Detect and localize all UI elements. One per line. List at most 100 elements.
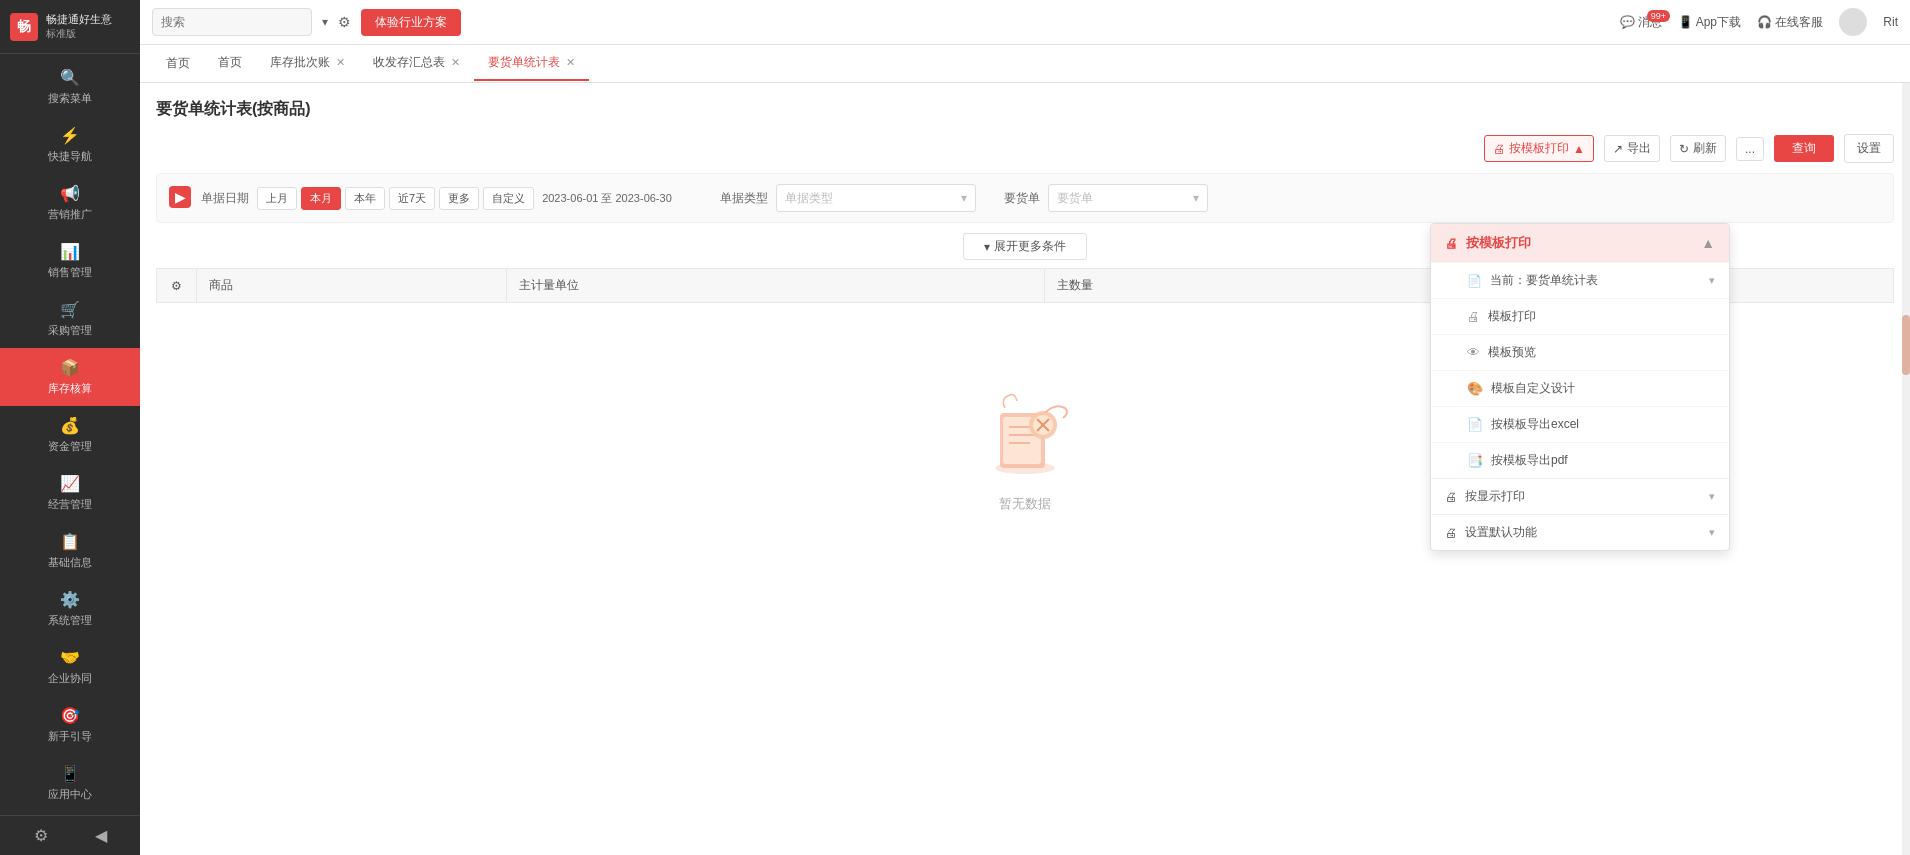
- sidebar-item-sales-mgmt[interactable]: 📊销售管理: [0, 232, 140, 290]
- sidebar-item-app-center[interactable]: 📱应用中心: [0, 754, 140, 812]
- sidebar-label-quick-nav: 快捷导航: [48, 149, 92, 164]
- print-dropdown-title: 按模板打印: [1466, 234, 1531, 252]
- print-item-template-print[interactable]: 🖨 模板打印: [1431, 298, 1729, 334]
- audio-icon[interactable]: ◀: [95, 826, 107, 845]
- tab-collect-summary[interactable]: 收发存汇总表 ✕: [359, 46, 474, 81]
- logo-text: 畅捷通好生意 标准版: [46, 12, 112, 41]
- group-arrow-display-print[interactable]: ▾: [1709, 490, 1715, 503]
- sidebar-label-app-center: 应用中心: [48, 787, 92, 802]
- print-icon: 🖨: [1445, 236, 1458, 251]
- print-group-set-default[interactable]: 🖨 设置默认功能 ▾: [1431, 514, 1729, 550]
- sidebar-icon-operation-mgmt: 📈: [60, 474, 80, 493]
- print-item-template-export-excel[interactable]: 📄按模板导出excel: [1431, 406, 1729, 442]
- print-item-template-custom[interactable]: 🎨模板自定义设计: [1431, 370, 1729, 406]
- print-item-icon-template-print: 🖨: [1467, 309, 1480, 324]
- sidebar-item-search-menu[interactable]: 🔍搜索菜单: [0, 58, 140, 116]
- tab-label-collect-summary: 收发存汇总表: [373, 54, 445, 71]
- tab-home[interactable]: 首页: [204, 46, 256, 81]
- col-header-settings-col: ⚙: [157, 269, 197, 303]
- tab-bar: 首页 首页库存批次账 ✕收发存汇总表 ✕要货单统计表 ✕: [140, 45, 1910, 83]
- current-template-item[interactable]: 📄 当前：要货单统计表 ▾: [1431, 262, 1729, 298]
- sidebar-icon-quick-nav: ⚡: [60, 126, 80, 145]
- sidebar-item-beginner-guide[interactable]: 🎯新手引导: [0, 696, 140, 754]
- topbar-right: 💬 消息 99+ 📱 App下载 🎧 在线客服 Rit: [1620, 8, 1898, 36]
- app-download-link[interactable]: 📱 App下载: [1678, 14, 1741, 31]
- print-item-label-template-export-pdf: 按模板导出pdf: [1491, 452, 1568, 469]
- sidebar-icon-enterprise-collab: 🤝: [60, 648, 80, 667]
- tab-home[interactable]: 首页: [152, 47, 204, 80]
- tab-inventory-batch[interactable]: 库存批次账 ✕: [256, 46, 359, 81]
- print-item-icon-template-export-excel: 📄: [1467, 417, 1483, 432]
- print-dropdown-collapse[interactable]: ▲: [1701, 235, 1715, 251]
- settings-icon[interactable]: ⚙: [34, 826, 48, 845]
- tab-close-order-summary[interactable]: ✕: [566, 56, 575, 69]
- print-item-template-export-pdf[interactable]: 📑按模板导出pdf: [1431, 442, 1729, 478]
- date-btn-近7天[interactable]: 近7天: [389, 187, 435, 210]
- print-dropdown-header[interactable]: 🖨 按模板打印 ▲: [1431, 224, 1729, 262]
- app-logo: 畅 畅捷通好生意 标准版: [0, 0, 140, 54]
- print-item-icon-template-preview: 👁: [1467, 345, 1480, 360]
- query-button[interactable]: 查询: [1774, 135, 1834, 162]
- content-toolbar: 🖨 按模板打印 ▲ ↗ 导出 ↻ 刷新 ... 查询 设置: [156, 134, 1894, 163]
- sidebar-item-marketing[interactable]: 📢 营销推广: [0, 174, 140, 232]
- date-btn-更多[interactable]: 更多: [439, 187, 479, 210]
- right-scrollbar[interactable]: [1902, 83, 1910, 855]
- sidebar-label-inventory-calc: 库存核算: [48, 381, 92, 396]
- tab-close-collect-summary[interactable]: ✕: [451, 56, 460, 69]
- filter-expand-icon[interactable]: ▶: [169, 186, 191, 208]
- sidebar-item-system-mgmt[interactable]: ⚙️系统管理: [0, 580, 140, 638]
- type-filter-select[interactable]: 单据类型 ▾: [776, 184, 976, 212]
- topbar-gear-icon[interactable]: ⚙: [338, 14, 351, 30]
- col-header-qty: 主数量: [1045, 269, 1431, 303]
- col-header-unit: 主计量单位: [507, 269, 1045, 303]
- refresh-button[interactable]: ↻ 刷新: [1670, 135, 1726, 162]
- yh-filter-label: 要货单: [1004, 190, 1040, 207]
- current-template-arrow[interactable]: ▾: [1709, 274, 1715, 287]
- tab-order-summary[interactable]: 要货单统计表 ✕: [474, 46, 589, 81]
- tab-label-home: 首页: [218, 54, 242, 71]
- sidebar-item-enterprise-collab[interactable]: 🤝企业协同: [0, 638, 140, 696]
- empty-icon: [975, 383, 1075, 483]
- tab-close-inventory-batch[interactable]: ✕: [336, 56, 345, 69]
- topbar: ▾ ⚙ 体验行业方案 💬 消息 99+ 📱 App下载 🎧 在线客服 Rit: [140, 0, 1910, 45]
- sidebar-item-operation-mgmt[interactable]: 📈经营管理: [0, 464, 140, 522]
- scrollbar-thumb[interactable]: [1902, 315, 1910, 375]
- print-item-template-preview[interactable]: 👁 模板预览: [1431, 334, 1729, 370]
- sidebar-icon-marketing: 📢: [60, 184, 80, 203]
- group-icon-set-default: 🖨: [1445, 526, 1457, 540]
- sidebar-item-purchase-mgmt[interactable]: 🛒采购管理: [0, 290, 140, 348]
- username-label: Rit: [1883, 15, 1898, 29]
- sidebar-item-basic-info[interactable]: 📋基础信息: [0, 522, 140, 580]
- sidebar-nav: 🔍搜索菜单 ⚡ 快捷导航 📢 营销推广 📊销售管理🛒采购管理📦库存核算💰资金管理📈经营管理…: [0, 54, 140, 815]
- print-template-button[interactable]: 🖨 按模板打印 ▲: [1484, 135, 1594, 162]
- sidebar-label-sales-mgmt: 销售管理: [48, 265, 92, 280]
- sidebar-label-beginner-guide: 新手引导: [48, 729, 92, 744]
- topbar-dropdown-arrow[interactable]: ▾: [322, 15, 328, 29]
- print-item-icon-template-custom: 🎨: [1467, 381, 1483, 396]
- date-btn-自定义[interactable]: 自定义: [483, 187, 534, 210]
- group-label-set-default: 设置默认功能: [1465, 524, 1537, 541]
- user-avatar[interactable]: [1839, 8, 1867, 36]
- content-area: 要货单统计表(按商品) 🖨 按模板打印 ▲ ↗ 导出 ↻ 刷新 ... 查询 设…: [140, 83, 1910, 855]
- sidebar-label-marketing: 营销推广: [48, 207, 92, 222]
- export-button[interactable]: ↗ 导出: [1604, 135, 1660, 162]
- empty-text: 暂无数据: [999, 495, 1051, 513]
- more-button[interactable]: ...: [1736, 137, 1764, 161]
- sidebar-item-quick-nav[interactable]: ⚡ 快捷导航: [0, 116, 140, 174]
- print-item-label-template-preview: 模板预览: [1488, 344, 1536, 361]
- yh-filter-select[interactable]: 要货单 ▾: [1048, 184, 1208, 212]
- online-service-link[interactable]: 🎧 在线客服: [1757, 14, 1823, 31]
- sidebar-item-finance-mgmt[interactable]: 💰资金管理: [0, 406, 140, 464]
- expand-more-button[interactable]: ▾ 展开更多条件: [963, 233, 1087, 260]
- settings-button[interactable]: 设置: [1844, 134, 1894, 163]
- message-badge-container[interactable]: 💬 消息 99+: [1620, 14, 1662, 31]
- group-arrow-set-default[interactable]: ▾: [1709, 526, 1715, 539]
- search-input[interactable]: [152, 8, 312, 36]
- print-group-display-print[interactable]: 🖨按显示打印▾: [1431, 478, 1729, 514]
- date-btn-上月[interactable]: 上月: [257, 187, 297, 210]
- date-btn-本年[interactable]: 本年: [345, 187, 385, 210]
- print-item-label-template-print: 模板打印: [1488, 308, 1536, 325]
- sidebar-item-inventory-calc[interactable]: 📦库存核算: [0, 348, 140, 406]
- date-btn-本月[interactable]: 本月: [301, 187, 341, 210]
- trial-industry-button[interactable]: 体验行业方案: [361, 9, 461, 36]
